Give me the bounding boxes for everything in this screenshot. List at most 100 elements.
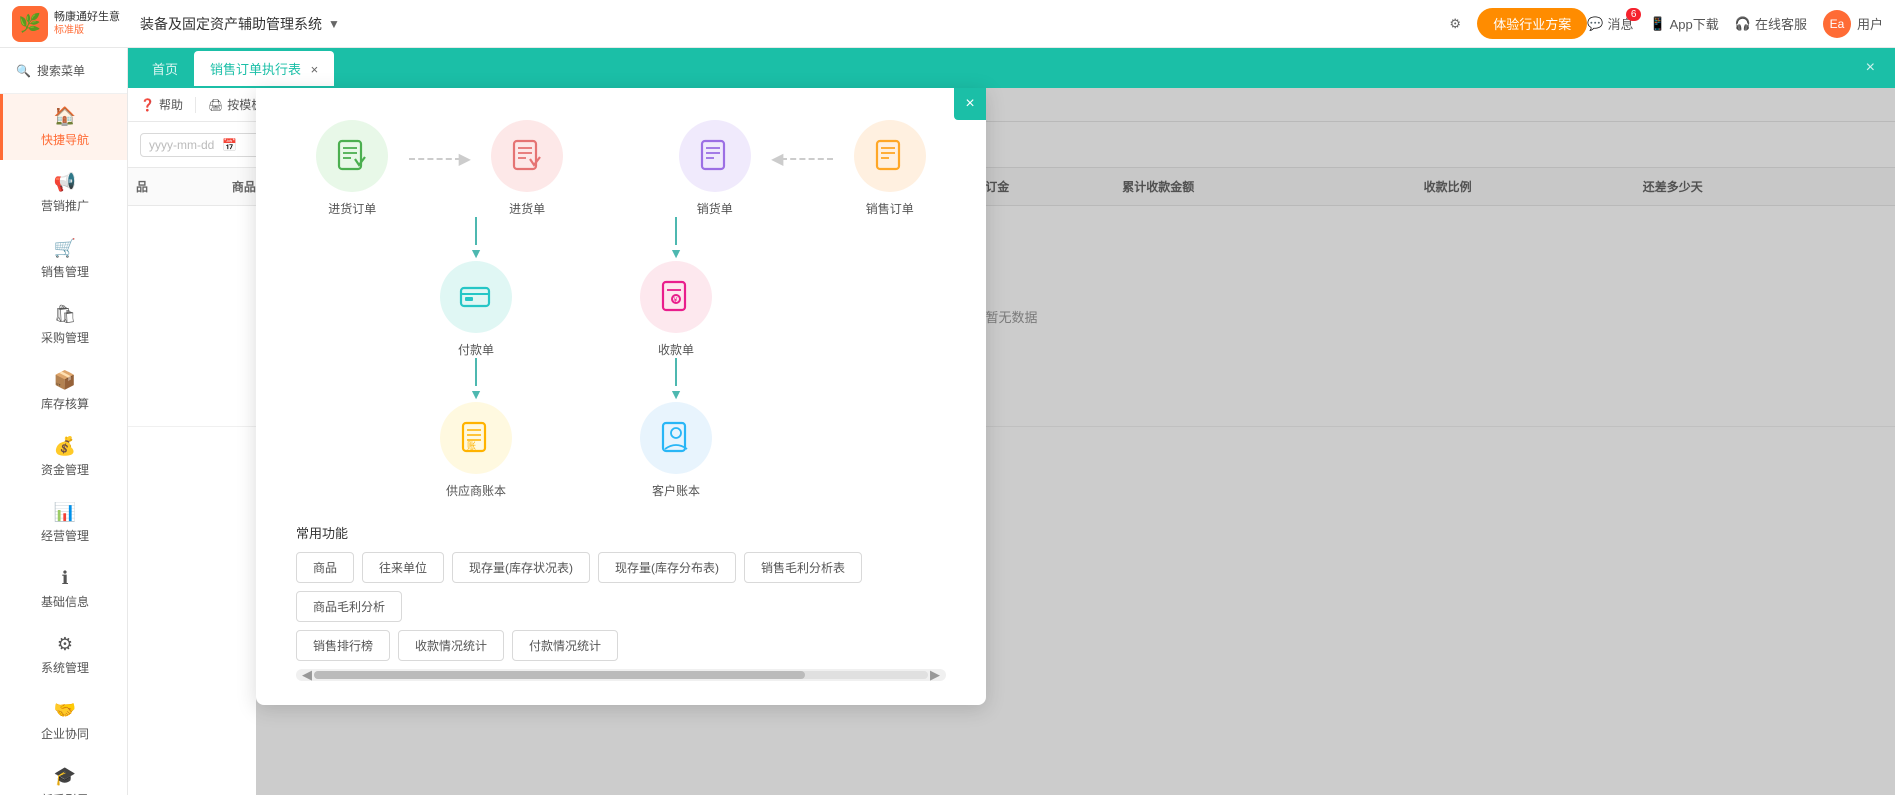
supplier-ledger-label: 供应商账本 [446, 482, 506, 499]
download-icon: 📱 [1649, 16, 1665, 32]
workflow-diagram: 进货订单 ▶ 进 [296, 120, 946, 499]
settings-icon[interactable]: ⚙ [1441, 10, 1469, 38]
sidebar-item-system[interactable]: ⚙ 系统管理 [0, 622, 127, 688]
help-button[interactable]: ❓ 帮助 [140, 96, 183, 113]
inventory-icon: 📦 [54, 370, 76, 391]
sidebar-item-inventory[interactable]: 📦 库存核算 [0, 358, 127, 424]
wf-customer-ledger[interactable]: 客户账本 [616, 402, 736, 499]
print-icon: 🖨 [208, 98, 223, 112]
date-input[interactable]: yyyy-mm-dd 📅 [140, 133, 260, 157]
func-buttons-row-2: 销售排行榜 收款情况统计 付款情况统计 [296, 630, 946, 661]
online-service-button[interactable]: 🎧 在线客服 [1735, 14, 1807, 33]
tab-home[interactable]: 首页 [136, 51, 194, 86]
purchase-order-circle [316, 120, 388, 192]
wf-payment-order[interactable]: 付款单 [416, 261, 536, 358]
main-area: 🔍 搜索菜单 🏠 快捷导航 📢 营销推广 🛒 销售管理 🛍 采购管理 [0, 48, 1895, 795]
workflow-row-4: ▼ ▼ [296, 358, 946, 402]
func-btn-product[interactable]: 商品 [296, 552, 354, 583]
tab-close-icon[interactable]: × [311, 62, 319, 77]
modal-overlay[interactable]: × 进货订单 [256, 88, 1895, 795]
workflow-row-5: 账 供应商账本 客户账本 [296, 402, 946, 499]
sales-bill-label: 销货单 [697, 200, 733, 217]
col-pin: 品 [128, 168, 224, 206]
tab-bar: 首页 销售订单执行表 × × [128, 48, 1895, 88]
scroll-track [314, 671, 928, 679]
common-functions: 常用功能 商品 往来单位 现存量(库存状况表) 现存量(库存分布表) 销售毛利分… [296, 523, 946, 661]
sales-order-circle [854, 120, 926, 192]
func-btn-payment-stats[interactable]: 付款情况统计 [512, 630, 618, 661]
help-icon: ❓ [140, 98, 155, 112]
trial-button[interactable]: 体验行业方案 [1477, 8, 1587, 39]
func-btn-product-margin[interactable]: 商品毛利分析 [296, 591, 402, 622]
quick-guide-icon: 🏠 [54, 106, 76, 127]
sidebar-item-cooperation[interactable]: 🤝 企业协同 [0, 688, 127, 754]
func-buttons-row-1: 商品 往来单位 现存量(库存状况表) 现存量(库存分布表) 销售毛利分析表 商品… [296, 552, 946, 622]
workflow-row-2: ▼ ▼ [296, 217, 946, 261]
dropdown-icon[interactable]: ▼ [328, 17, 340, 31]
scroll-left-arrow[interactable]: ◀ [300, 667, 314, 683]
wf-sales-order[interactable]: 销售订单 [833, 120, 946, 217]
supplier-ledger-circle: 账 [440, 402, 512, 474]
customer-ledger-label: 客户账本 [652, 482, 700, 499]
service-icon: 🎧 [1735, 16, 1751, 32]
wf-supplier-ledger[interactable]: 账 供应商账本 [416, 402, 536, 499]
app-container: 🌿 畅康通好生意 标准版 装备及固定资产辅助管理系统 ▼ ⚙ 体验行业方案 💬 … [0, 0, 1895, 795]
message-icon: 💬 [1587, 16, 1603, 32]
modal-scrollbar[interactable]: ◀ ▶ [296, 669, 946, 681]
sidebar-item-finance[interactable]: 💰 资金管理 [0, 424, 127, 490]
top-bar: 🌿 畅康通好生意 标准版 装备及固定资产辅助管理系统 ▼ ⚙ 体验行业方案 💬 … [0, 0, 1895, 48]
newcomer-icon: 🎓 [54, 766, 76, 787]
search-icon: 🔍 [16, 64, 31, 78]
message-badge: 6 [1626, 8, 1642, 21]
sidebar-item-basic-info[interactable]: ℹ 基础信息 [0, 556, 127, 622]
finance-icon: 💰 [54, 436, 76, 457]
operations-icon: 📊 [54, 502, 76, 523]
system-title-text: 装备及固定资产辅助管理系统 [140, 14, 322, 34]
wf-purchase-bill[interactable]: 进货单 [471, 120, 584, 217]
sidebar-item-operations[interactable]: 📊 经营管理 [0, 490, 127, 556]
svg-text:¥: ¥ [674, 297, 678, 304]
sidebar-item-marketing[interactable]: 📢 营销推广 [0, 160, 127, 226]
user-menu[interactable]: Ea 用户 [1823, 10, 1883, 38]
search-menu-button[interactable]: 🔍 搜索菜单 [8, 56, 119, 85]
svg-text:账: 账 [467, 441, 476, 451]
message-button[interactable]: 💬 消息 6 [1587, 14, 1633, 33]
app-download-button[interactable]: 📱 App下载 [1649, 14, 1718, 33]
logo-area: 🌿 畅康通好生意 标准版 [12, 6, 132, 42]
receipt-order-label: 收款单 [658, 341, 694, 358]
sidebar-item-sales[interactable]: 🛒 销售管理 [0, 226, 127, 292]
func-btn-stock-status[interactable]: 现存量(库存状况表) [452, 552, 590, 583]
func-btn-sales-rank[interactable]: 销售排行榜 [296, 630, 390, 661]
purchase-bill-circle [491, 120, 563, 192]
purchase-icon: 🛍 [54, 304, 77, 325]
cooperation-icon: 🤝 [54, 700, 76, 721]
scroll-right-arrow[interactable]: ▶ [928, 667, 942, 683]
wf-sales-bill[interactable]: 销货单 [659, 120, 772, 217]
system-icon: ⚙ [57, 634, 73, 655]
top-bar-right: 💬 消息 6 📱 App下载 🎧 在线客服 Ea 用户 [1587, 10, 1883, 38]
sales-icon: 🛒 [54, 238, 76, 259]
tab-sales-order[interactable]: 销售订单执行表 × [194, 51, 334, 86]
sales-order-label: 销售订单 [866, 200, 914, 217]
sidebar-item-newcomer[interactable]: 🎓 新手引导 [0, 754, 127, 795]
func-btn-sales-analysis[interactable]: 销售毛利分析表 [744, 552, 862, 583]
content-area-close[interactable]: × [1854, 55, 1887, 81]
common-func-title: 常用功能 [296, 523, 946, 542]
purchase-bill-label: 进货单 [509, 200, 545, 217]
sidebar: 🔍 搜索菜单 🏠 快捷导航 📢 营销推广 🛒 销售管理 🛍 采购管理 [0, 48, 128, 795]
arrow-1: ▶ [409, 149, 471, 169]
workflow-row-1: 进货订单 ▶ 进 [296, 120, 946, 217]
func-btn-stock-dist[interactable]: 现存量(库存分布表) [598, 552, 736, 583]
wf-receipt-order[interactable]: ¥ 收款单 [616, 261, 736, 358]
sidebar-item-purchase[interactable]: 🛍 采购管理 [0, 292, 127, 358]
sidebar-item-quick-guide[interactable]: 🏠 快捷导航 [0, 94, 127, 160]
arrow-2: ◀ [771, 149, 833, 169]
func-btn-receipt-stats[interactable]: 收款情况统计 [398, 630, 504, 661]
modal-close-button[interactable]: × [954, 88, 986, 120]
receipt-order-circle: ¥ [640, 261, 712, 333]
wf-purchase-order[interactable]: 进货订单 [296, 120, 409, 217]
basic-info-icon: ℹ [62, 568, 69, 589]
workflow-row-3: 付款单 ¥ 收款单 [296, 261, 946, 358]
scroll-thumb [314, 671, 805, 679]
func-btn-partner[interactable]: 往来单位 [362, 552, 444, 583]
